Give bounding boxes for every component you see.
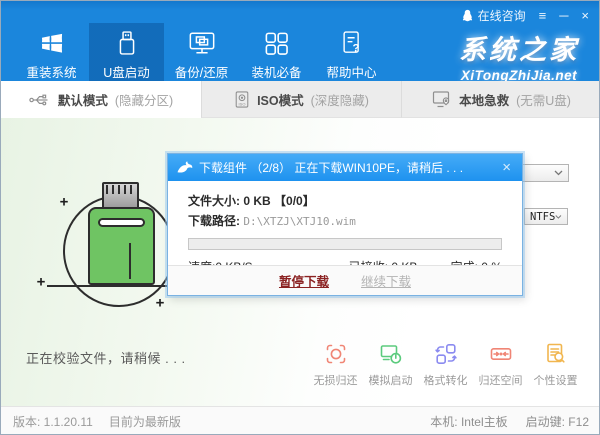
action-lossless-return[interactable]: 无损归还 — [308, 342, 363, 388]
version-text: 版本: 1.1.20.11 — [13, 413, 93, 430]
dialog-body: 文件大小: 0 KB 【0/0】 下载路径: D:\XTZJ\XTJ10.wim… — [168, 181, 522, 275]
tab-note: (无需U盘) — [516, 90, 571, 109]
tool-actions: 无损归还 模拟启动 — [308, 342, 583, 388]
plus-decoration: + — [60, 194, 69, 211]
windows-logo-icon — [38, 28, 66, 58]
local-rescue-icon — [432, 90, 452, 108]
action-format-convert[interactable]: 格式转化 — [418, 342, 473, 388]
usb-slot — [98, 218, 145, 227]
chevron-down-icon — [555, 214, 562, 220]
backup-restore-icon — [187, 28, 217, 58]
simulate-boot-icon — [379, 342, 403, 366]
format-select-value: NTFS — [530, 211, 555, 223]
download-path-row: 下载路径: D:\XTZJ\XTJ10.wim — [188, 212, 502, 229]
tab-default-mode[interactable]: 默认模式 (隐藏分区) — [1, 81, 201, 118]
online-support-label: 在线咨询 — [478, 7, 526, 24]
software-grid-icon — [263, 28, 290, 58]
download-dialog: 下载组件 （2/8） 正在下载WIN10PE，请稍后 . . . × 文件大小:… — [167, 153, 523, 296]
usb-detail-line — [129, 243, 131, 279]
dialog-close-icon[interactable]: × — [499, 159, 514, 176]
dialog-footer: 暂停下载 继续下载 — [168, 265, 522, 295]
app-window: 重装系统 U盘启动 — [0, 0, 600, 435]
main-panel: + + + 正在校验文件，请稍候 . . . NTFS 无损归还 — [1, 118, 600, 406]
usb-drive-icon — [113, 28, 141, 58]
bootkey-text: 启动键: F12 — [526, 413, 589, 430]
dialog-title: 下载组件 （2/8） 正在下载WIN10PE，请稍后 . . . — [199, 159, 463, 176]
return-space-icon — [489, 342, 513, 366]
nav-usb-boot[interactable]: U盘启动 — [89, 1, 164, 81]
action-label: 模拟启动 — [369, 372, 413, 388]
dialog-caption: 下载组件 （2/8） 正在下载WIN10PE，请稍后 . . . × — [168, 154, 522, 181]
action-label: 格式转化 — [424, 372, 468, 388]
window-controls: 在线咨询 ≡ ─ × — [461, 7, 589, 24]
brand-logo: 系统之家 XiTongZhiJia.net — [459, 28, 579, 83]
checking-status-text: 正在校验文件，请稍候 . . . — [26, 348, 186, 367]
tab-note: (深度隐藏) — [311, 90, 369, 109]
brand-title: 系统之家 — [459, 28, 579, 67]
resume-download-button[interactable]: 继续下载 — [361, 271, 411, 290]
nav-label: 重装系统 — [26, 62, 76, 81]
svg-text:ISO: ISO — [239, 101, 246, 106]
download-path-value: D:\XTZJ\XTJ10.wim — [243, 215, 356, 228]
tab-label: ISO模式 — [257, 90, 304, 109]
tab-label: 默认模式 — [58, 90, 108, 109]
progress-bar — [188, 238, 502, 250]
file-size-row: 文件大小: 0 KB 【0/0】 — [188, 192, 502, 209]
action-label: 个性设置 — [534, 372, 578, 388]
action-label: 无损归还 — [314, 372, 358, 388]
version-info: 版本: 1.1.20.11 目前为最新版 — [13, 413, 181, 430]
nav-label: 备份/还原 — [175, 62, 228, 81]
svg-text:?: ? — [352, 42, 359, 54]
tab-local-rescue[interactable]: 本地急救 (无需U盘) — [401, 81, 600, 118]
ground-line — [47, 285, 167, 287]
action-label: 归还空间 — [479, 372, 523, 388]
file-size-label: 文件大小: — [188, 194, 240, 208]
plus-decoration: + — [156, 295, 165, 312]
nav-essential-software[interactable]: 装机必备 — [239, 1, 314, 81]
nav-reinstall-system[interactable]: 重装系统 — [14, 1, 89, 81]
pause-download-button[interactable]: 暂停下载 — [279, 271, 329, 290]
lossless-return-icon — [324, 342, 348, 366]
download-path-label: 下载路径: — [188, 214, 240, 228]
minimize-button[interactable]: ─ — [559, 9, 568, 23]
action-simulate-boot[interactable]: 模拟启动 — [363, 342, 418, 388]
tab-iso-mode[interactable]: ISO ISO模式 (深度隐藏) — [201, 81, 401, 118]
usb-connector-graphic — [102, 182, 139, 209]
close-button[interactable]: × — [581, 9, 589, 23]
tab-label: 本地急救 — [459, 90, 509, 109]
tab-note: (隐藏分区) — [115, 90, 173, 109]
qq-icon — [461, 9, 474, 22]
latest-version-text: 目前为最新版 — [109, 413, 181, 430]
nav-label: 帮助中心 — [326, 62, 376, 81]
nav-help-center[interactable]: ? 帮助中心 — [314, 1, 389, 81]
bird-icon — [176, 161, 193, 175]
usb-symbol-icon — [29, 93, 51, 107]
nav-backup-restore[interactable]: 备份/还原 — [164, 1, 239, 81]
format-select[interactable]: NTFS — [524, 208, 568, 225]
action-personal-settings[interactable]: 个性设置 — [528, 342, 583, 388]
usb-pins — [106, 185, 135, 194]
format-convert-icon — [434, 342, 458, 366]
menu-button[interactable]: ≡ — [539, 9, 547, 23]
host-text: 本机: Intel主板 — [430, 413, 507, 430]
nav-label: U盘启动 — [103, 62, 150, 81]
header: 重装系统 U盘启动 — [1, 1, 600, 81]
status-bar: 版本: 1.1.20.11 目前为最新版 本机: Intel主板 启动键: F1… — [1, 406, 600, 435]
action-return-space[interactable]: 归还空间 — [473, 342, 528, 388]
chevron-down-icon — [554, 170, 563, 176]
online-support-link[interactable]: 在线咨询 — [461, 7, 526, 24]
file-size-value: 0 KB 【0/0】 — [243, 194, 314, 208]
main-nav: 重装系统 U盘启动 — [14, 1, 389, 81]
nav-label: 装机必备 — [251, 62, 301, 81]
plus-decoration: + — [37, 274, 46, 291]
mode-tabbar: 默认模式 (隐藏分区) ISO ISO模式 (深度隐藏) — [1, 81, 600, 118]
iso-file-icon: ISO — [234, 90, 250, 109]
usb-body-graphic — [88, 207, 155, 285]
personal-settings-icon — [544, 342, 568, 366]
help-doc-icon: ? — [338, 28, 366, 58]
machine-info: 本机: Intel主板 启动键: F12 — [430, 413, 589, 430]
